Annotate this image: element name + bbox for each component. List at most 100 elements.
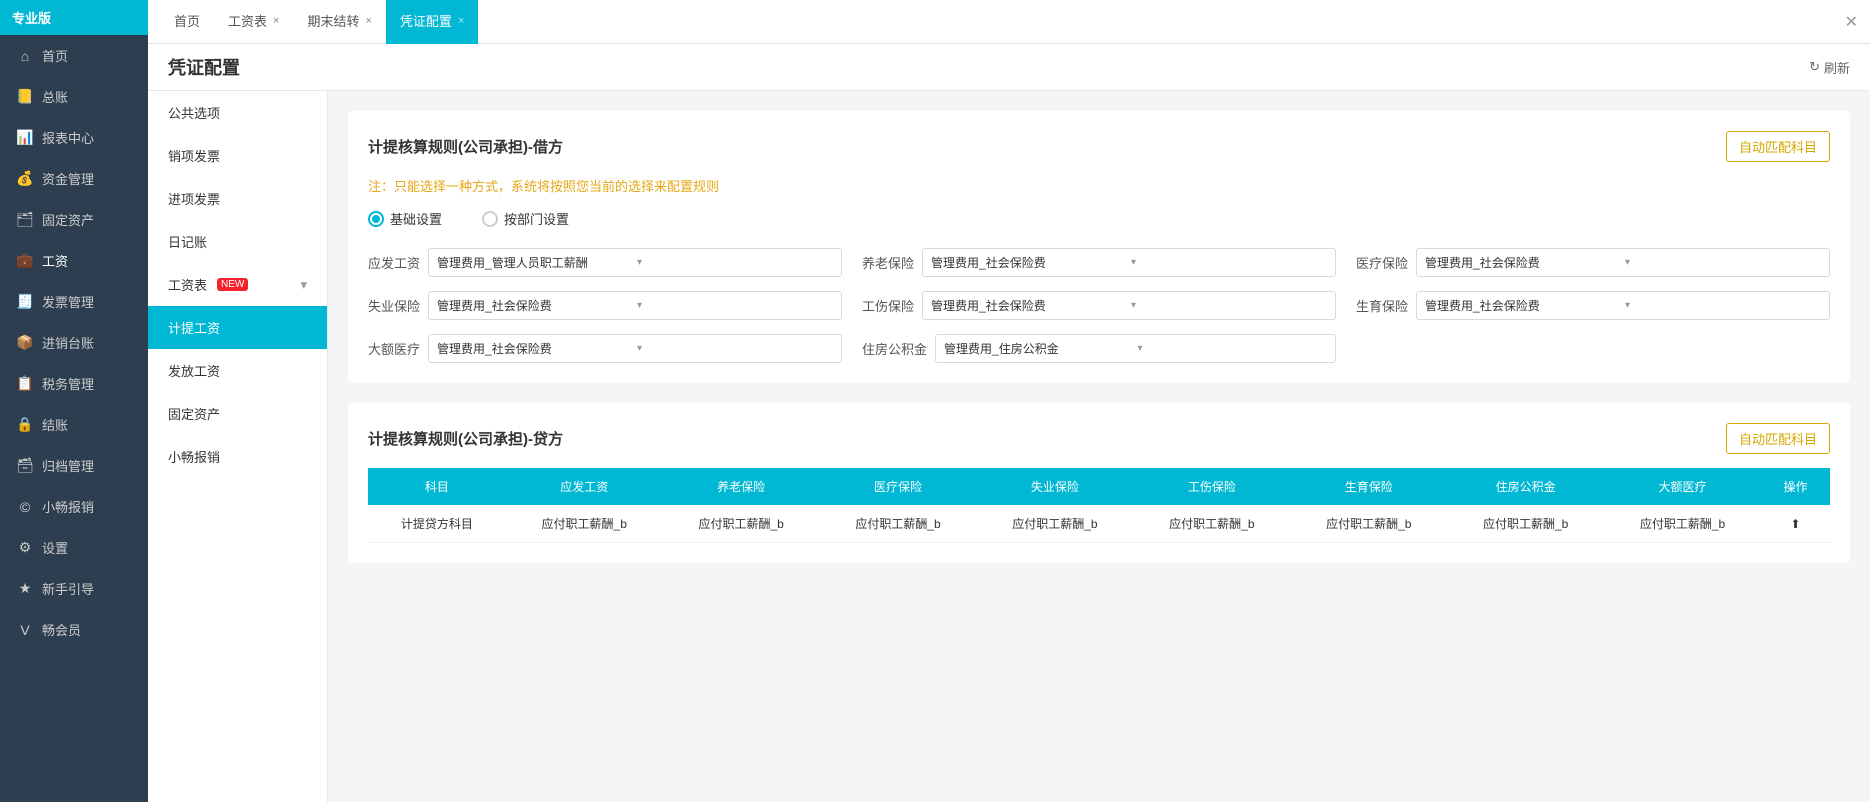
new-badge: NEW: [217, 278, 248, 291]
select-yanglao[interactable]: 管理费用_社会保险费 ▾: [922, 248, 1336, 277]
select-shiye[interactable]: 管理费用_社会保险费 ▾: [428, 291, 842, 320]
radio-basic-label: 基础设置: [390, 209, 442, 228]
tab-home-label: 首页: [174, 11, 200, 30]
cell-dale[interactable]: 应付职工薪酬_b: [1604, 505, 1761, 543]
sidebar-item-xiaochang[interactable]: © 小畅报销: [0, 486, 148, 527]
nav-item-payroll-table[interactable]: 工资表 NEW ▾: [148, 263, 327, 306]
tax-icon: 📋: [16, 375, 34, 392]
ledger-icon: 📒: [16, 88, 34, 105]
cell-shiye[interactable]: 应付职工薪酬_b: [976, 505, 1133, 543]
sidebar-item-label: 工资: [42, 251, 68, 270]
tab-voucher[interactable]: 凭证配置 ×: [386, 0, 478, 44]
sidebar-item-archive[interactable]: 🗃 归档管理: [0, 445, 148, 486]
sidebar-item-label: 资金管理: [42, 169, 94, 188]
chevron-down-icon: ▾: [1625, 300, 1821, 311]
sidebar-item-label: 设置: [42, 538, 68, 557]
sidebar-item-invoice[interactable]: 🧾 发票管理: [0, 281, 148, 322]
nav-item-red-invoice[interactable]: 销项发票: [148, 134, 327, 177]
cell-action[interactable]: ⬆: [1761, 505, 1830, 543]
radio-basic-circle: [368, 211, 384, 227]
nav-item-fixed-assets[interactable]: 固定资产: [148, 392, 327, 435]
sidebar-item-label: 首页: [42, 46, 68, 65]
sidebar-item-member[interactable]: V 畅会员: [0, 609, 148, 650]
content-area: 公共选项 销项发票 进项发票 日记账 工资表 NEW ▾ 计提工资 发放工资: [148, 91, 1870, 802]
credit-table-head: 科目 应发工资 养老保险 医疗保险 失业保险 工伤保险 生育保险 住房公积金 大…: [368, 468, 1830, 505]
sidebar: 专业版 ⌂ 首页 📒 总账 📊 报表中心 💰 资金管理 🗂 固定资产 💼 工资 …: [0, 0, 148, 802]
sidebar-item-label: 新手引导: [42, 579, 94, 598]
tab-period-close[interactable]: ×: [365, 15, 371, 27]
sidebar-item-inventory[interactable]: 📦 进销台账: [0, 322, 148, 363]
cell-yanglao[interactable]: 应付职工薪酬_b: [663, 505, 820, 543]
col-header-shengyu: 生育保险: [1290, 468, 1447, 505]
cell-yiliao[interactable]: 应付职工薪酬_b: [820, 505, 977, 543]
sidebar-item-funds[interactable]: 💰 资金管理: [0, 158, 148, 199]
select-dale[interactable]: 管理费用_社会保险费 ▾: [428, 334, 842, 363]
sidebar-item-assets[interactable]: 🗂 固定资产: [0, 199, 148, 240]
page-header: 凭证配置 ↻ 刷新: [148, 44, 1870, 91]
sidebar-item-guide[interactable]: ★ 新手引导: [0, 568, 148, 609]
select-yiliao[interactable]: 管理费用_社会保险费 ▾: [1416, 248, 1830, 277]
nav-item-input-invoice[interactable]: 进项发票: [148, 177, 327, 220]
radio-dept[interactable]: 按部门设置: [482, 209, 569, 228]
chevron-down-icon: ▾: [1131, 257, 1327, 268]
tab-period-label: 期末结转: [307, 11, 359, 30]
sidebar-item-tax[interactable]: 📋 税务管理: [0, 363, 148, 404]
member-icon: V: [16, 622, 34, 638]
debit-notice: 注：只能选择一种方式，系统将按照您当前的选择来配置规则: [368, 176, 1830, 195]
nav-item-calc-salary[interactable]: 计提工资: [148, 306, 327, 349]
chevron-down-icon: ▾: [1625, 257, 1821, 268]
tab-payroll-label: 工资表: [228, 11, 267, 30]
select-gongshang[interactable]: 管理费用_社会保险费 ▾: [922, 291, 1336, 320]
form-item-yiliao: 医疗保险 管理费用_社会保险费 ▾: [1356, 248, 1830, 277]
radio-basic-dot: [372, 215, 380, 223]
sidebar-item-closing[interactable]: 🔒 结账: [0, 404, 148, 445]
label-zhufang: 住房公积金: [862, 339, 927, 358]
sidebar-item-ledger[interactable]: 📒 总账: [0, 76, 148, 117]
select-yingfa[interactable]: 管理费用_管理人员职工薪酬 ▾: [428, 248, 842, 277]
archive-icon: 🗃: [16, 457, 34, 474]
debit-auto-match-button[interactable]: 自动匹配科目: [1726, 131, 1830, 162]
brand-header: 专业版: [0, 0, 148, 35]
close-all-tabs[interactable]: ✕: [1845, 12, 1858, 32]
tab-voucher-close[interactable]: ×: [458, 15, 464, 27]
nav-item-xiaochang-exp[interactable]: 小畅报销: [148, 435, 327, 478]
chevron-down-icon: ▾: [1131, 300, 1327, 311]
nav-item-journal[interactable]: 日记账: [148, 220, 327, 263]
form-item-shengyu: 生育保险 管理费用_社会保险费 ▾: [1356, 291, 1830, 320]
sidebar-item-settings[interactable]: ⚙ 设置: [0, 527, 148, 568]
sidebar-item-label: 报表中心: [42, 128, 94, 147]
label-yanglao: 养老保险: [862, 253, 914, 272]
sidebar-item-reports[interactable]: 📊 报表中心: [0, 117, 148, 158]
cell-zhufang[interactable]: 应付职工薪酬_b: [1447, 505, 1604, 543]
refresh-button[interactable]: ↻ 刷新: [1809, 58, 1850, 77]
label-yingfa: 应发工资: [368, 253, 420, 272]
chevron-down-icon: ▾: [637, 343, 833, 354]
nav-item-pay-salary[interactable]: 发放工资: [148, 349, 327, 392]
col-header-yanglao: 养老保险: [663, 468, 820, 505]
sidebar-item-home[interactable]: ⌂ 首页: [0, 35, 148, 76]
nav-item-public[interactable]: 公共选项: [148, 91, 327, 134]
cell-gongshang[interactable]: 应付职工薪酬_b: [1133, 505, 1290, 543]
tab-period[interactable]: 期末结转 ×: [293, 0, 385, 44]
label-dale: 大额医疗: [368, 339, 420, 358]
sidebar-item-salary[interactable]: 💼 工资: [0, 240, 148, 281]
cell-shengyu[interactable]: 应付职工薪酬_b: [1290, 505, 1447, 543]
select-zhufang[interactable]: 管理费用_住房公积金 ▾: [935, 334, 1336, 363]
select-shengyu[interactable]: 管理费用_社会保险费 ▾: [1416, 291, 1830, 320]
label-shengyu: 生育保险: [1356, 296, 1408, 315]
tab-payroll-close[interactable]: ×: [273, 15, 279, 27]
tabs-bar: 首页 工资表 × 期末结转 × 凭证配置 × ✕: [148, 0, 1870, 44]
label-yiliao: 医疗保险: [1356, 253, 1408, 272]
credit-auto-match-button[interactable]: 自动匹配科目: [1726, 423, 1830, 454]
tab-home[interactable]: 首页: [160, 0, 214, 44]
sidebar-item-label: 结账: [42, 415, 68, 434]
tab-payroll[interactable]: 工资表 ×: [214, 0, 293, 44]
col-header-yingfa: 应发工资: [506, 468, 663, 505]
form-item-gongshang: 工伤保险 管理费用_社会保险费 ▾: [862, 291, 1336, 320]
radio-basic[interactable]: 基础设置: [368, 209, 442, 228]
label-shiye: 失业保险: [368, 296, 420, 315]
sidebar-item-label: 归档管理: [42, 456, 94, 475]
cell-yingfa[interactable]: 应付职工薪酬_b: [506, 505, 663, 543]
form-item-yanglao: 养老保险 管理费用_社会保险费 ▾: [862, 248, 1336, 277]
right-content: 计提核算规则(公司承担)-借方 自动匹配科目 注：只能选择一种方式，系统将按照您…: [328, 91, 1870, 802]
